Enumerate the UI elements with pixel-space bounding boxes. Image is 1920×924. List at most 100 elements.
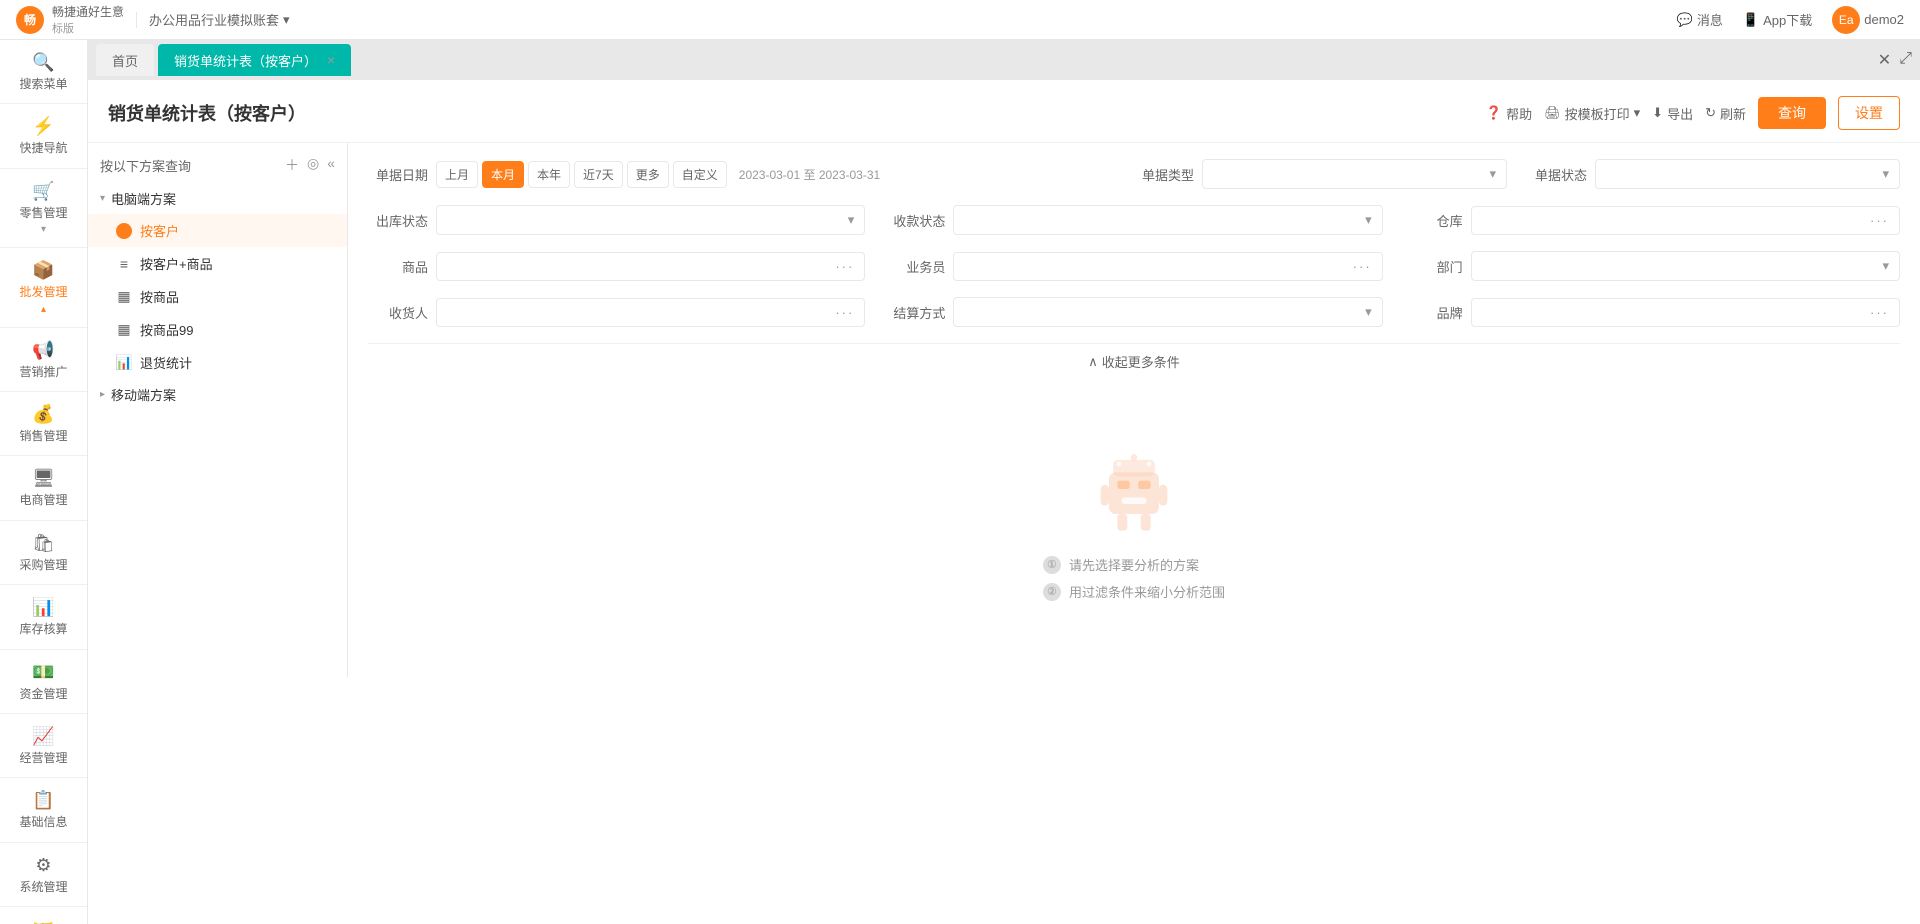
receiver-ellipsis[interactable]: ··· <box>436 298 865 327</box>
sys-mgmt-icon: ⚙ <box>35 855 51 876</box>
basic-info-icon: 📋 <box>32 790 54 811</box>
tab-close-btn[interactable]: ✕ <box>1878 50 1891 70</box>
scheme-panel: 按以下方案查询 ＋ ◎ « ▾ 电脑端方案 <box>88 143 348 677</box>
query-button[interactable]: 查询 <box>1758 97 1826 129</box>
sidebar-item-retail-mgmt[interactable]: 🛒 零售管理 ▾ <box>0 169 87 248</box>
tab-sales-stats[interactable]: 销货单统计表（按客户） × <box>158 44 351 76</box>
refresh-btn[interactable]: ↻ 刷新 <box>1705 104 1746 123</box>
sidebar-item-sys-mgmt[interactable]: ⚙ 系统管理 <box>0 843 87 907</box>
sidebar-item-sales-mgmt[interactable]: 💰 销售管理 <box>0 392 87 456</box>
message-btn[interactable]: 💬 消息 <box>1677 10 1723 29</box>
industry-selector[interactable]: 办公用品行业模拟账套 ▾ <box>149 10 290 29</box>
sidebar-item-marketing[interactable]: 📢 营销推广 <box>0 328 87 392</box>
return-stats-icon: 📊 <box>116 355 132 371</box>
date-filter: 上月 本月 本年 近7天 更多 自定义 2023-03-01 至 2023-03… <box>436 161 880 188</box>
quick-nav-icon: ⚡ <box>32 116 54 137</box>
refresh-icon: ↻ <box>1705 105 1716 121</box>
divider <box>136 12 137 28</box>
order-type-dropdown[interactable]: ▾ <box>1202 159 1507 189</box>
by-customer-label: 按客户 <box>140 221 179 240</box>
help-btn[interactable]: ❓ 帮助 <box>1486 104 1532 123</box>
empty-hints: ① 请先选择要分析的方案 ② 用过滤条件来缩小分析范围 <box>1043 555 1225 601</box>
sidebar-item-quick-nav[interactable]: ⚡ 快捷导航 <box>0 104 87 168</box>
sidebar-item-wholesale-mgmt[interactable]: 📦 批发管理 ▴ <box>0 248 87 327</box>
collapse-row[interactable]: ∧ 收起更多条件 <box>368 343 1900 379</box>
scheme-item-by-customer[interactable]: 按客户 <box>88 214 347 247</box>
industry-arrow-icon: ▾ <box>283 12 290 28</box>
tab-close-icon[interactable]: × <box>327 52 335 68</box>
date-btn-this-year[interactable]: 本年 <box>528 161 570 188</box>
logo-icon: 畅 <box>16 6 44 34</box>
logo-text-area: 畅捷通好生意 标版 <box>52 3 124 36</box>
message-icon: 💬 <box>1677 12 1693 28</box>
settings-scheme-btn[interactable]: ◎ <box>307 155 319 175</box>
page-header: 销货单统计表（按客户） ❓ 帮助 🖨 按模板打印 ▾ ⬇ <box>88 80 1920 143</box>
order-status-dropdown[interactable]: ▾ <box>1595 159 1900 189</box>
industry-name: 办公用品行业模拟账套 <box>149 10 279 29</box>
settings-button[interactable]: 设置 <box>1838 96 1900 130</box>
app-download-btn[interactable]: 📱 App下载 <box>1743 10 1812 29</box>
brand-ellipsis[interactable]: ··· <box>1471 298 1900 327</box>
filter-row-2: 出库状态 ▾ 收款状态 ▾ <box>368 205 1900 235</box>
finance-icon: 💵 <box>32 662 54 683</box>
warehouse-ellipsis[interactable]: ··· <box>1471 206 1900 235</box>
tab-home[interactable]: 首页 <box>96 44 154 76</box>
filter-row-3: 商品 ··· 业务员 ··· <box>368 251 1900 281</box>
payment-method-dropdown[interactable]: ▾ <box>953 297 1382 327</box>
add-scheme-btn[interactable]: ＋ <box>285 155 299 175</box>
sidebar-item-basic-info[interactable]: 📋 基础信息 <box>0 778 87 842</box>
page-title: 销货单统计表（按客户） <box>108 100 306 126</box>
sidebar-item-ops[interactable]: 📈 经营管理 <box>0 714 87 778</box>
sidebar-item-purchase[interactable]: 🛍 采购管理 <box>0 521 87 585</box>
retail-mgmt-label: 零售管理 <box>19 206 67 220</box>
sidebar-item-enterprise[interactable]: 🤝 企业协同 <box>0 907 87 924</box>
hint-num-2: ② <box>1043 583 1061 601</box>
page-actions: ❓ 帮助 🖨 按模板打印 ▾ ⬇ 导出 ↻ <box>1486 96 1900 130</box>
date-btn-7days[interactable]: 近7天 <box>574 161 623 188</box>
goods-label: 商品 <box>368 257 428 276</box>
inner-page: 销货单统计表（按客户） ❓ 帮助 🖨 按模板打印 ▾ ⬇ <box>88 80 1920 924</box>
user-area[interactable]: Ea demo2 <box>1832 6 1904 34</box>
sidebar-item-search-menu[interactable]: 🔍 搜索菜单 <box>0 40 87 104</box>
sidebar-item-finance[interactable]: 💵 资金管理 <box>0 650 87 714</box>
payment-status-dropdown[interactable]: ▾ <box>953 205 1382 235</box>
scheme-item-by-goods-99[interactable]: ▦ 按商品99 <box>88 313 347 346</box>
date-btn-last-month[interactable]: 上月 <box>436 161 478 188</box>
mobile-group-label: 移动端方案 <box>111 385 176 404</box>
scheme-group-mobile-header[interactable]: ▸ 移动端方案 <box>88 379 347 410</box>
receiver-label: 收货人 <box>368 303 428 322</box>
ops-icon: 📈 <box>32 726 54 747</box>
date-btn-custom[interactable]: 自定义 <box>673 161 727 188</box>
payment-status-arrow-icon: ▾ <box>1365 212 1372 228</box>
goods-ellipsis[interactable]: ··· <box>436 252 865 281</box>
empty-hint-1-text: 请先选择要分析的方案 <box>1069 555 1199 574</box>
salesperson-ellipsis[interactable]: ··· <box>953 252 1382 281</box>
tab-home-label: 首页 <box>112 51 138 70</box>
scheme-item-return-stats[interactable]: 📊 退货统计 <box>88 346 347 379</box>
outstock-dropdown[interactable]: ▾ <box>436 205 865 235</box>
date-btn-this-month[interactable]: 本月 <box>482 161 524 188</box>
date-btn-more[interactable]: 更多 <box>627 161 669 188</box>
scheme-item-by-customer-goods[interactable]: ≡ 按客户+商品 <box>88 247 347 280</box>
brand-dots-icon: ··· <box>1870 305 1889 320</box>
department-dropdown[interactable]: ▾ <box>1471 251 1900 281</box>
scheme-group-mobile: ▸ 移动端方案 <box>88 379 347 410</box>
username-label: demo2 <box>1864 12 1904 27</box>
help-icon: ❓ <box>1486 105 1502 121</box>
tab-maximize-btn[interactable]: ⤢ <box>1899 50 1912 70</box>
export-btn[interactable]: ⬇ 导出 <box>1652 104 1693 123</box>
page-content: 销货单统计表（按客户） ❓ 帮助 🖨 按模板打印 ▾ ⬇ <box>88 80 1920 924</box>
sidebar-item-inventory[interactable]: 📊 库存核算 <box>0 585 87 649</box>
date-label: 单据日期 <box>368 165 428 184</box>
collapse-scheme-btn[interactable]: « <box>327 155 335 175</box>
filter-col-outstock: 出库状态 ▾ <box>368 205 865 235</box>
inventory-icon: 📊 <box>32 597 54 618</box>
sales-mgmt-icon: 💰 <box>32 404 54 425</box>
order-status-arrow-icon: ▾ <box>1882 166 1889 182</box>
scheme-group-desktop-header[interactable]: ▾ 电脑端方案 <box>88 183 347 214</box>
scheme-item-by-goods[interactable]: ▦ 按商品 <box>88 280 347 313</box>
mobile-group-arrow-icon: ▸ <box>100 389 105 400</box>
top-header: 畅 畅捷通好生意 标版 办公用品行业模拟账套 ▾ 💬 消息 📱 App下载 Ea… <box>0 0 1920 40</box>
print-btn[interactable]: 🖨 按模板打印 ▾ <box>1544 104 1640 123</box>
sidebar-item-ecommerce[interactable]: 🖥 电商管理 <box>0 456 87 520</box>
